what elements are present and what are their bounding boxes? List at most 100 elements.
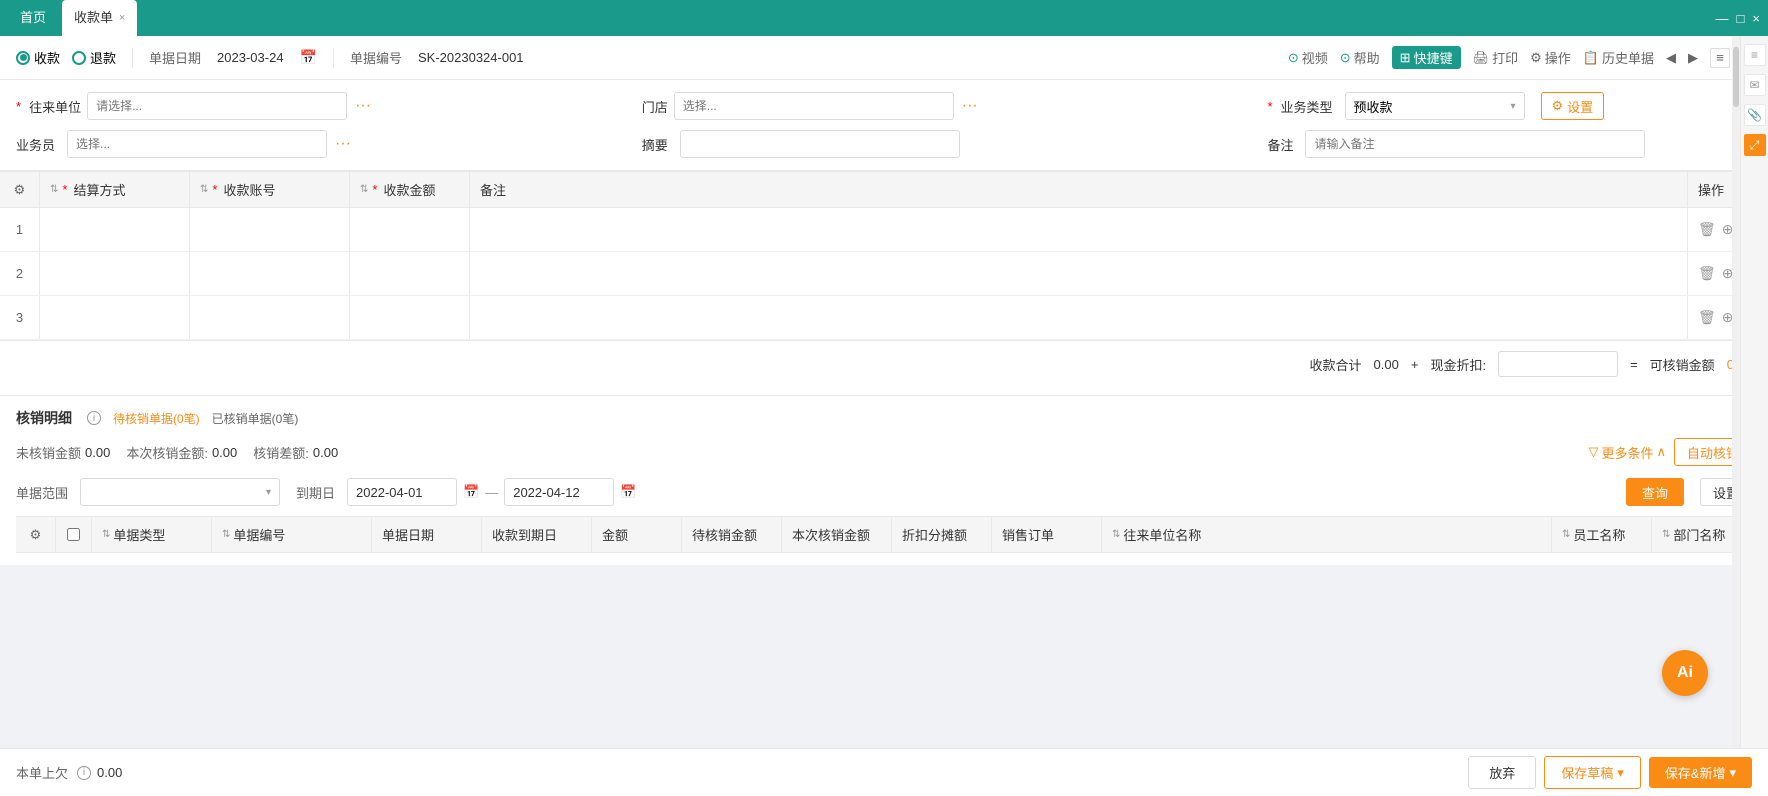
settings-btn[interactable]: ⚙ 设置 xyxy=(1541,92,1605,120)
date-from-icon[interactable]: 📅 xyxy=(463,484,479,500)
main-content: * 往来单位 ··· 门店 ··· * 业务类型 预收款 ▾ ⚙ 设置 xyxy=(0,80,1768,565)
history-btn[interactable]: 📋 历史单据 xyxy=(1583,48,1654,67)
list-layout-btn[interactable]: ≡ xyxy=(1710,48,1730,68)
partner-input[interactable] xyxy=(87,92,347,120)
table-gear-icon[interactable]: ⚙ xyxy=(14,182,26,198)
date-to-input[interactable] xyxy=(504,478,614,506)
right-sidebar: ≡ ✉ 📎 ⤢ xyxy=(1740,36,1768,748)
window-min-btn[interactable]: — xyxy=(1716,11,1729,26)
row-2-account[interactable] xyxy=(190,252,350,295)
th-settings[interactable]: ⚙ xyxy=(0,172,40,207)
verify-info-icon[interactable]: i xyxy=(87,411,101,425)
row-2-remark[interactable] xyxy=(470,252,1688,295)
scroll-thumb[interactable] xyxy=(1733,47,1739,107)
date-from-input[interactable] xyxy=(347,478,457,506)
divider1 xyxy=(132,48,133,68)
date-label: 单据日期 xyxy=(149,48,201,67)
nav-home[interactable]: 首页 xyxy=(8,0,58,36)
bth-check[interactable] xyxy=(56,517,92,552)
scroll-track[interactable] xyxy=(1732,36,1740,748)
row-1-remark[interactable] xyxy=(470,208,1688,251)
bottom-left: 本单上欠 i 0.00 xyxy=(16,763,122,782)
this-amount-label: 本次核销金额: xyxy=(126,443,208,462)
btable-gear-icon[interactable]: ⚙ xyxy=(30,527,42,543)
sidebar-email-icon[interactable]: ✉ xyxy=(1744,74,1766,96)
help-btn[interactable]: ⊙ 帮助 xyxy=(1340,48,1380,67)
toolbar: 收款 退款 单据日期 2023-03-24 📅 单据编号 SK-20230324… xyxy=(0,36,1768,80)
sidebar-table-icon[interactable]: ≡ xyxy=(1744,44,1766,66)
row-2-settlement[interactable] xyxy=(40,252,190,295)
bth-duedate: 收款到期日 xyxy=(482,517,592,552)
refund-radio[interactable]: 退款 xyxy=(72,48,116,67)
receive-refund-group: 收款 退款 xyxy=(16,48,116,67)
business-type-select[interactable]: 预收款 ▾ xyxy=(1345,92,1525,120)
number-value: SK-20230324-001 xyxy=(418,50,524,65)
plus-label: + xyxy=(1411,357,1419,372)
row-3-delete-icon[interactable]: 🗑 xyxy=(1698,309,1716,326)
window-close-btn[interactable]: × xyxy=(1752,11,1760,26)
current-info-icon[interactable]: i xyxy=(77,766,91,780)
sidebar-attach-icon[interactable]: 📎 xyxy=(1744,104,1766,126)
row-3-remark[interactable] xyxy=(470,296,1688,339)
calendar-icon[interactable]: 📅 xyxy=(300,49,317,66)
row-1-delete-icon[interactable]: 🗑 xyxy=(1698,221,1716,238)
row-3-account[interactable] xyxy=(190,296,350,339)
total-value: 0.00 xyxy=(1374,357,1399,372)
date-to-icon[interactable]: 📅 xyxy=(620,484,636,500)
discount-input[interactable] xyxy=(1498,351,1618,377)
active-tab-label: 收款单 xyxy=(74,0,113,36)
save-draft-btn[interactable]: 保存草稿 ▾ xyxy=(1544,756,1641,789)
store-more-icon[interactable]: ··· xyxy=(962,97,978,115)
row-3-settlement[interactable] xyxy=(40,296,190,339)
partner-field: * 往来单位 ··· xyxy=(16,92,622,120)
bth-gear[interactable]: ⚙ xyxy=(16,517,56,552)
gear-icon: ⚙ xyxy=(1552,98,1564,114)
receive-radio-dot xyxy=(16,51,30,65)
row-2-delete-icon[interactable]: 🗑 xyxy=(1698,265,1716,282)
row-1-amount[interactable] xyxy=(350,208,470,251)
summary-input[interactable] xyxy=(680,130,960,158)
tab-close-icon[interactable]: × xyxy=(119,0,125,36)
bth-staff: ⇅ 员工名称 xyxy=(1552,517,1652,552)
chevron-up-icon: ∧ xyxy=(1656,444,1666,460)
unverified-stat: 未核销金额 0.00 xyxy=(16,443,110,462)
window-max-btn[interactable]: □ xyxy=(1737,11,1745,26)
staff-input[interactable] xyxy=(67,130,327,158)
ai-badge[interactable]: Ai xyxy=(1662,650,1708,696)
row-3-amount[interactable] xyxy=(350,296,470,339)
select-all-checkbox[interactable] xyxy=(67,528,80,541)
save-new-btn[interactable]: 保存&新增 ▾ xyxy=(1649,757,1752,788)
video-btn[interactable]: ⊙ 视频 xyxy=(1288,48,1328,67)
next-btn[interactable]: ▶ xyxy=(1688,50,1698,66)
pending-tab[interactable]: 待核销单据(0笔) xyxy=(113,410,200,427)
bth-type: ⇅ 单据类型 xyxy=(92,517,212,552)
sidebar-expand-icon[interactable]: ⤢ xyxy=(1744,134,1766,156)
filter-row: 单据范围 ▾ 到期日 📅 — 📅 查询 设置 xyxy=(16,478,1752,506)
th-settlement: ⇅ * 结算方式 xyxy=(40,172,190,207)
staff-more-icon[interactable]: ··· xyxy=(335,135,351,153)
operation-btn[interactable]: ⚙ 操作 xyxy=(1530,48,1571,67)
table-body: 1 🗑 ⊕ 2 🗑 ⊕ xyxy=(0,208,1768,340)
shortcut-btn[interactable]: ⊞ 快捷键 xyxy=(1392,46,1461,69)
query-btn[interactable]: 查询 xyxy=(1626,478,1684,506)
save-draft-chevron-icon: ▾ xyxy=(1617,765,1624,781)
row-1-account[interactable] xyxy=(190,208,350,251)
business-type-field: * 业务类型 预收款 ▾ ⚙ 设置 xyxy=(1247,92,1752,120)
partner-more-icon[interactable]: ··· xyxy=(355,97,371,115)
row-2-amount[interactable] xyxy=(350,252,470,295)
nav-tab-active[interactable]: 收款单 × xyxy=(62,0,137,36)
row-1-settlement[interactable] xyxy=(40,208,190,251)
unverified-value: 0.00 xyxy=(85,445,110,460)
filter-right: ▽ 更多条件 ∧ 自动核销 xyxy=(1588,438,1752,466)
receive-radio[interactable]: 收款 xyxy=(16,48,60,67)
prev-btn[interactable]: ◀ xyxy=(1666,50,1676,66)
note-input[interactable] xyxy=(1305,130,1645,158)
store-input[interactable] xyxy=(674,92,954,120)
discard-btn[interactable]: 放弃 xyxy=(1468,756,1536,789)
more-conditions-btn[interactable]: ▽ 更多条件 ∧ xyxy=(1588,443,1666,462)
scope-field: 单据范围 ▾ xyxy=(16,478,280,506)
table-row: 2 🗑 ⊕ xyxy=(0,252,1768,296)
done-tab[interactable]: 已核销单据(0笔) xyxy=(212,410,299,427)
print-btn[interactable]: 🖨 打印 xyxy=(1473,48,1519,67)
scope-select[interactable]: ▾ xyxy=(80,478,280,506)
